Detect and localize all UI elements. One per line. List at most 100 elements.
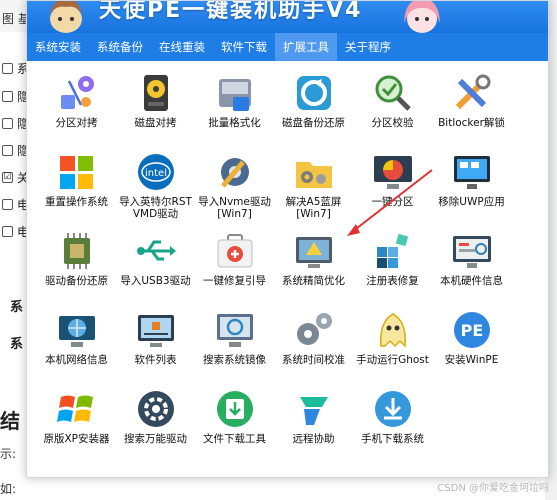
tool-fix-boot[interactable]: 一键修复引导 <box>195 229 274 308</box>
partition-check-icon <box>375 75 411 111</box>
checkbox[interactable] <box>2 117 13 129</box>
background-top-text-1: 图 <box>2 12 15 26</box>
tool-label: 磁盘对拷 <box>134 117 177 129</box>
tool-bitlocker[interactable]: Bitlocker解锁 <box>432 71 511 150</box>
app-window: 天使PE一键装机助手V4 系统安装 系统备份 在线重装 软件下载 扩展工具 关于… <box>26 0 549 478</box>
tool-label: 软件列表 <box>134 354 177 366</box>
tool-label: 移除UWP应用 <box>438 196 505 208</box>
tool-label: 手动运行Ghost <box>356 354 429 366</box>
window-title: 天使PE一键装机助手V4 <box>99 1 363 23</box>
tool-universal-driver[interactable]: 搜索万能驱动 <box>116 387 195 466</box>
pe-icon: PE <box>453 312 490 348</box>
folder-gear-icon <box>295 162 332 188</box>
globe-monitor-icon <box>58 316 95 347</box>
intel-icon: intel <box>137 154 174 190</box>
background-setting-row[interactable]: 隐 <box>0 140 29 160</box>
tool-search-image[interactable]: 搜索系统镜像 <box>195 308 274 387</box>
tool-label: 安装WinPE <box>444 354 499 366</box>
bitlocker-tools-icon <box>455 74 490 110</box>
tool-hardware-info[interactable]: 本机硬件信息 <box>432 229 511 308</box>
checkbox[interactable] <box>2 144 13 156</box>
menu-online-reinstall[interactable]: 在线重装 <box>151 33 213 61</box>
tool-intel-rst[interactable]: intel 导入英特尔RST VMD驱动 <box>116 150 195 229</box>
title-bar[interactable]: 天使PE一键装机助手V4 <box>27 1 548 33</box>
tool-batch-format[interactable]: 批量格式化 <box>195 71 274 150</box>
windows-logo-icon <box>59 156 93 189</box>
tool-label: 本机网络信息 <box>45 354 108 366</box>
tool-install-winpe[interactable]: PE 安装WinPE <box>432 308 511 387</box>
remove-uwp-icon <box>453 156 490 189</box>
tool-label: 磁盘备份还原 <box>282 117 345 129</box>
partition-copy-icon <box>60 76 94 109</box>
checkbox[interactable] <box>2 225 13 237</box>
tool-driver-backup[interactable]: 驱动备份还原 <box>37 229 116 308</box>
tool-software-list[interactable]: 软件列表 <box>116 308 195 387</box>
menu-extension-tools[interactable]: 扩展工具 <box>275 33 337 61</box>
menu-about[interactable]: 关于程序 <box>337 33 399 61</box>
tool-disk-backup[interactable]: 磁盘备份还原 <box>274 71 353 150</box>
tool-registry-repair[interactable]: 注册表修复 <box>353 229 432 308</box>
menu-software-download[interactable]: 软件下载 <box>213 33 275 61</box>
tool-label: Bitlocker解锁 <box>438 117 505 129</box>
tool-network-info[interactable]: 本机网络信息 <box>37 308 116 387</box>
tool-usb3-driver[interactable]: 导入USB3驱动 <box>116 229 195 308</box>
tool-label: 远程协助 <box>292 433 335 445</box>
background-setting-row[interactable]: 电 <box>0 194 29 214</box>
checkbox[interactable] <box>2 90 13 102</box>
background-setting-row[interactable]: 电 <box>0 221 29 241</box>
tool-label: 系统时间校准 <box>282 354 345 366</box>
tool-disk-copy[interactable]: 磁盘对拷 <box>116 71 195 150</box>
tool-one-click-partition[interactable]: 一键分区 <box>353 150 432 229</box>
tool-label: 分区对拷 <box>55 117 98 129</box>
background-heading: 结 <box>0 409 20 433</box>
tool-reset-os[interactable]: 重置操作系统 <box>37 150 116 229</box>
tool-system-optimize[interactable]: 系统精简优化 <box>274 229 353 308</box>
background-setting-row[interactable]: 隐 <box>0 86 29 106</box>
tool-label: 原版XP安装器 <box>43 433 110 445</box>
tool-grid: 分区对拷 磁盘对拷 批量格式化 磁盘备份还原 分区校验 Bitlocker解锁 … <box>37 71 537 466</box>
tool-phone-download[interactable]: 手机下载系统 <box>353 387 432 466</box>
background-section-text: 系 <box>10 300 24 315</box>
tool-xp-installer[interactable]: 原版XP安装器 <box>37 387 116 466</box>
checkbox[interactable] <box>2 62 13 74</box>
tool-label: 驱动备份还原 <box>45 275 108 287</box>
tool-label: 批量格式化 <box>208 117 261 129</box>
disk-backup-icon <box>296 76 331 110</box>
menu-system-install[interactable]: 系统安装 <box>27 33 89 61</box>
tool-manual-ghost[interactable]: 手动运行Ghost <box>353 308 432 387</box>
background-setting-row[interactable]: ☑ 关 <box>0 167 29 187</box>
tool-label: 一键分区 <box>371 196 414 208</box>
software-list-icon <box>137 315 174 347</box>
checkbox[interactable]: ☑ <box>2 171 13 183</box>
svg-text:intel: intel <box>145 168 167 179</box>
hardware-info-icon <box>452 236 491 268</box>
svg-text:PE: PE <box>460 321 483 340</box>
tool-file-download[interactable]: 文件下载工具 <box>195 387 274 466</box>
tool-label: 导入USB3驱动 <box>120 275 191 287</box>
menu-system-backup[interactable]: 系统备份 <box>89 33 151 61</box>
tool-label: 一键修复引导 <box>203 275 266 287</box>
tool-label: 本机硬件信息 <box>440 275 503 287</box>
gear-wrench-icon <box>220 158 249 188</box>
chip-icon <box>63 233 90 269</box>
tool-label: 文件下载工具 <box>203 433 266 445</box>
tool-partition-check[interactable]: 分区校验 <box>353 71 432 150</box>
tool-nvme-driver[interactable]: 导入Nvme驱动 [Win7] <box>195 150 274 229</box>
tool-time-calibrate[interactable]: 系统时间校准 <box>274 308 353 387</box>
system-optimize-icon <box>295 237 332 268</box>
disk-copy-icon <box>143 75 168 111</box>
background-setting-row[interactable]: 隐 <box>0 113 29 133</box>
tool-fix-a5-bsod[interactable]: 解决A5蓝屏 [Win7] <box>274 150 353 229</box>
tool-label: 注册表修复 <box>366 275 419 287</box>
remote-assist-icon <box>299 397 328 425</box>
windows-xp-icon <box>56 395 93 422</box>
search-image-icon <box>216 314 253 347</box>
tool-remove-uwp[interactable]: 移除UWP应用 <box>432 150 511 229</box>
tool-partition-copy[interactable]: 分区对拷 <box>37 71 116 150</box>
checkbox[interactable] <box>2 198 13 210</box>
mascot-icon <box>49 1 83 33</box>
tool-remote-assist[interactable]: 远程协助 <box>274 387 353 466</box>
tool-label: 导入Nvme驱动 [Win7] <box>198 196 271 220</box>
background-setting-row[interactable]: 系 <box>0 58 29 78</box>
mascot-icon <box>404 1 440 33</box>
